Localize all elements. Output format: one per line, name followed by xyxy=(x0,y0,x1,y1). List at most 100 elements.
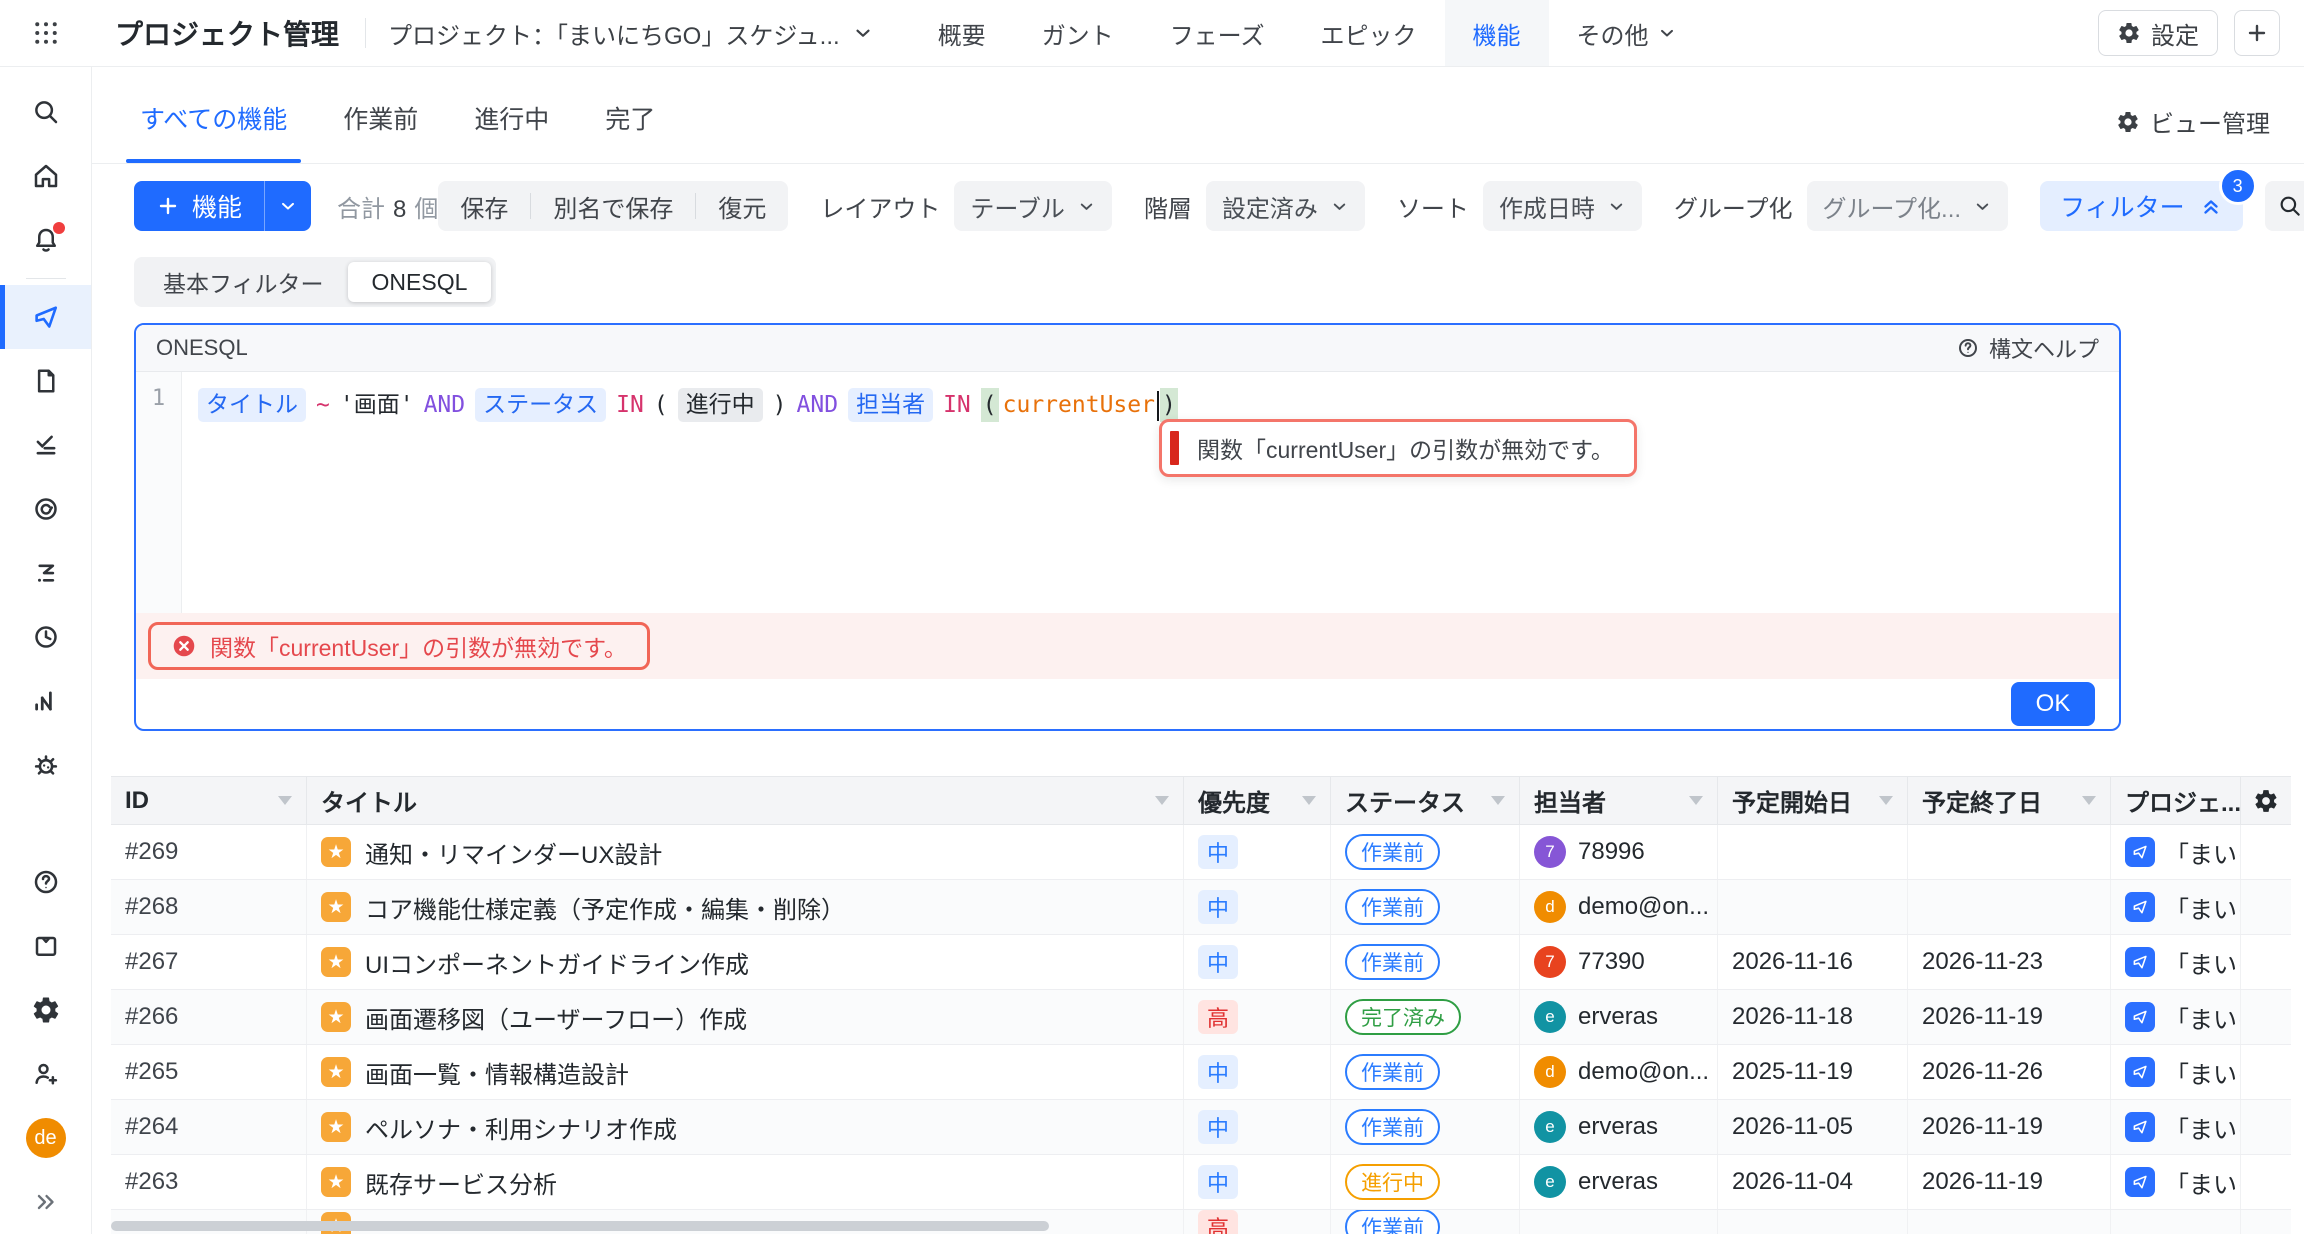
sidebar-item-settings[interactable] xyxy=(0,978,91,1042)
filter-triangle-icon[interactable] xyxy=(278,796,292,805)
filter-triangle-icon[interactable] xyxy=(2082,796,2096,805)
header-actions: 設定 xyxy=(2098,10,2304,56)
sidebar-item-document[interactable] xyxy=(0,349,91,413)
sidebar-item-inbox[interactable] xyxy=(0,914,91,978)
feature-title-link[interactable]: コア機能仕様定義（予定作成・編集・削除） xyxy=(365,890,845,925)
ok-button[interactable]: OK xyxy=(2011,682,2095,726)
new-feature-button[interactable]: 機能 xyxy=(134,181,312,231)
layout-dropdown[interactable]: テーブル xyxy=(954,181,1112,231)
feature-title-link[interactable]: 既存サービス分析 xyxy=(365,1165,557,1200)
cell-end-date xyxy=(1908,825,2111,879)
cell-id: #268 xyxy=(111,880,307,934)
view-tab-all-features[interactable]: すべての機能 xyxy=(125,100,302,163)
app-grid-button[interactable] xyxy=(0,18,91,48)
feature-title-link[interactable]: UIコンポーネントガイドライン作成 xyxy=(365,945,749,980)
filter-triangle-icon[interactable] xyxy=(1491,796,1505,805)
sidebar-item-help[interactable] xyxy=(0,850,91,914)
column-header-assignee[interactable]: 担当者 xyxy=(1520,777,1718,824)
column-settings-button[interactable] xyxy=(2241,777,2291,824)
horizontal-scrollbar-thumb[interactable] xyxy=(111,1221,1049,1231)
sidebar-item-time[interactable] xyxy=(0,605,91,669)
table-row[interactable]: #264 ★ ペルソナ・利用シナリオ作成 中 作業前 e erveras 2026-… xyxy=(111,1100,2291,1155)
sidebar-item-notifications[interactable] xyxy=(0,208,91,272)
tab-epics[interactable]: エピック xyxy=(1293,0,1445,66)
search-in-view-button[interactable] xyxy=(2264,181,2304,231)
view-tab-todo[interactable]: 作業前 xyxy=(337,100,424,163)
sidebar-item-test[interactable] xyxy=(0,733,91,797)
chevron-down-icon xyxy=(1077,197,1096,216)
feature-title-link[interactable]: 画面一覧・情報構造設計 xyxy=(365,1055,629,1090)
project-settings-button[interactable]: 設定 xyxy=(2098,10,2218,56)
column-header-start-date[interactable]: 予定開始日 xyxy=(1718,777,1908,824)
chevron-down-icon xyxy=(1973,197,1992,216)
save-button[interactable]: 保存 xyxy=(438,189,530,224)
save-as-button[interactable]: 別名で保存 xyxy=(531,189,695,224)
table-row[interactable]: #265 ★ 画面一覧・情報構造設計 中 作業前 d demo@on... 2025… xyxy=(111,1045,2291,1100)
column-header-status[interactable]: ステータス xyxy=(1331,777,1520,824)
sidebar-item-avatar[interactable]: de xyxy=(0,1106,91,1170)
project-plane-icon xyxy=(2125,892,2155,922)
sort-dropdown[interactable]: 作成日時 xyxy=(1482,181,1642,231)
tab-features[interactable]: 機能 xyxy=(1444,0,1549,66)
hierarchy-control: 階層 設定済み xyxy=(1144,181,1365,231)
column-header-id[interactable]: ID xyxy=(111,777,307,824)
filter-triangle-icon[interactable] xyxy=(1689,796,1703,805)
table-row[interactable]: #263 ★ 既存サービス分析 中 進行中 e erveras 2026-11-04… xyxy=(111,1155,2291,1210)
view-manage-button[interactable]: ビュー管理 xyxy=(2116,104,2270,163)
tab-more[interactable]: その他 xyxy=(1549,0,1705,66)
table-row[interactable]: #269 ★ 通知・リマインダーUX設計 中 作業前 778996 「まいに... xyxy=(111,825,2291,880)
token-paren-open: ( xyxy=(653,392,668,418)
view-tab-done[interactable]: 完了 xyxy=(599,100,661,163)
total-number: 8 xyxy=(393,195,407,223)
onesql-tab[interactable]: ONESQL xyxy=(347,262,492,302)
cell-id: #266 xyxy=(111,990,307,1044)
filter-triangle-icon[interactable] xyxy=(1302,796,1316,805)
sidebar-item-home[interactable] xyxy=(0,144,91,208)
sidebar-item-target[interactable] xyxy=(0,477,91,541)
notification-dot xyxy=(53,222,65,234)
sidebar-item-search[interactable] xyxy=(0,80,91,144)
feature-title-link[interactable]: 通知・リマインダーUX設計 xyxy=(365,835,662,870)
main-content: すべての機能 作業前 進行中 完了 ビュー管理 機能 合計 8 個 保存 別名で保存… xyxy=(92,66,2304,1234)
column-header-end-date[interactable]: 予定終了日 xyxy=(1908,777,2111,824)
table-row[interactable]: #267 ★ UIコンポーネントガイドライン作成 中 作業前 7 77390 202… xyxy=(111,935,2291,990)
toolbar: 機能 合計8個 保存 別名で保存 復元 レイアウト テーブル 階層 設定済み xyxy=(134,167,2304,236)
feature-title-link[interactable]: 画面遷移図（ユーザーフロー）作成 xyxy=(365,1000,747,1035)
column-header-project[interactable]: プロジェ... xyxy=(2111,777,2241,824)
token-field-title: タイトル xyxy=(198,388,306,422)
feature-star-icon: ★ xyxy=(321,1057,351,1087)
table-row[interactable]: #268 ★ コア機能仕様定義（予定作成・編集・削除） 中 作業前 d demo@o… xyxy=(111,880,2291,935)
filter-toggle-button[interactable]: フィルター 3 xyxy=(2040,167,2257,231)
group-dropdown[interactable]: グループ化... xyxy=(1806,181,2009,231)
filter-triangle-icon[interactable] xyxy=(1155,796,1169,805)
global-add-button[interactable] xyxy=(2234,10,2280,56)
priority-badge: 中 xyxy=(1198,1165,1238,1199)
sidebar-collapse[interactable] xyxy=(0,1170,91,1234)
code-input-area[interactable]: タイトル ~ '画面' AND ステータス IN(進行中) AND 担当者 IN(current… xyxy=(182,372,2119,613)
column-header-priority[interactable]: 優先度 xyxy=(1184,777,1331,824)
project-plane-icon xyxy=(31,302,61,332)
tab-overview[interactable]: 概要 xyxy=(910,0,1014,66)
basic-filter-tab[interactable]: 基本フィルター xyxy=(139,262,348,302)
feature-title-link[interactable]: ペルソナ・利用シナリオ作成 xyxy=(365,1110,677,1145)
sort-control: ソート 作成日時 xyxy=(1397,181,1642,231)
column-header-title[interactable]: タイトル xyxy=(307,777,1184,824)
line-number-gutter: 1 xyxy=(136,372,182,613)
new-feature-main[interactable]: 機能 xyxy=(134,181,264,231)
sidebar-item-sprint[interactable] xyxy=(0,541,91,605)
tab-phases[interactable]: フェーズ xyxy=(1142,0,1293,66)
table-row[interactable]: #266 ★ 画面遷移図（ユーザーフロー）作成 高 完了済み e erveras 2… xyxy=(111,990,2291,1045)
project-selector[interactable]: プロジェクト：「まいにちGO」スケジュ... xyxy=(366,16,896,51)
assignee-avatar: e xyxy=(1534,1001,1566,1033)
view-tab-in-progress[interactable]: 進行中 xyxy=(468,100,555,163)
sidebar-item-tasks[interactable] xyxy=(0,413,91,477)
syntax-help-link[interactable]: 構文ヘルプ xyxy=(1956,332,2099,364)
sidebar-item-report[interactable] xyxy=(0,669,91,733)
new-feature-dropdown[interactable] xyxy=(264,181,311,231)
sidebar-item-invite[interactable] xyxy=(0,1042,91,1106)
sidebar-item-project[interactable] xyxy=(0,285,91,349)
hierarchy-dropdown[interactable]: 設定済み xyxy=(1205,181,1365,231)
restore-button[interactable]: 復元 xyxy=(696,189,788,224)
tab-gantt[interactable]: ガント xyxy=(1014,0,1142,66)
filter-triangle-icon[interactable] xyxy=(1879,796,1893,805)
